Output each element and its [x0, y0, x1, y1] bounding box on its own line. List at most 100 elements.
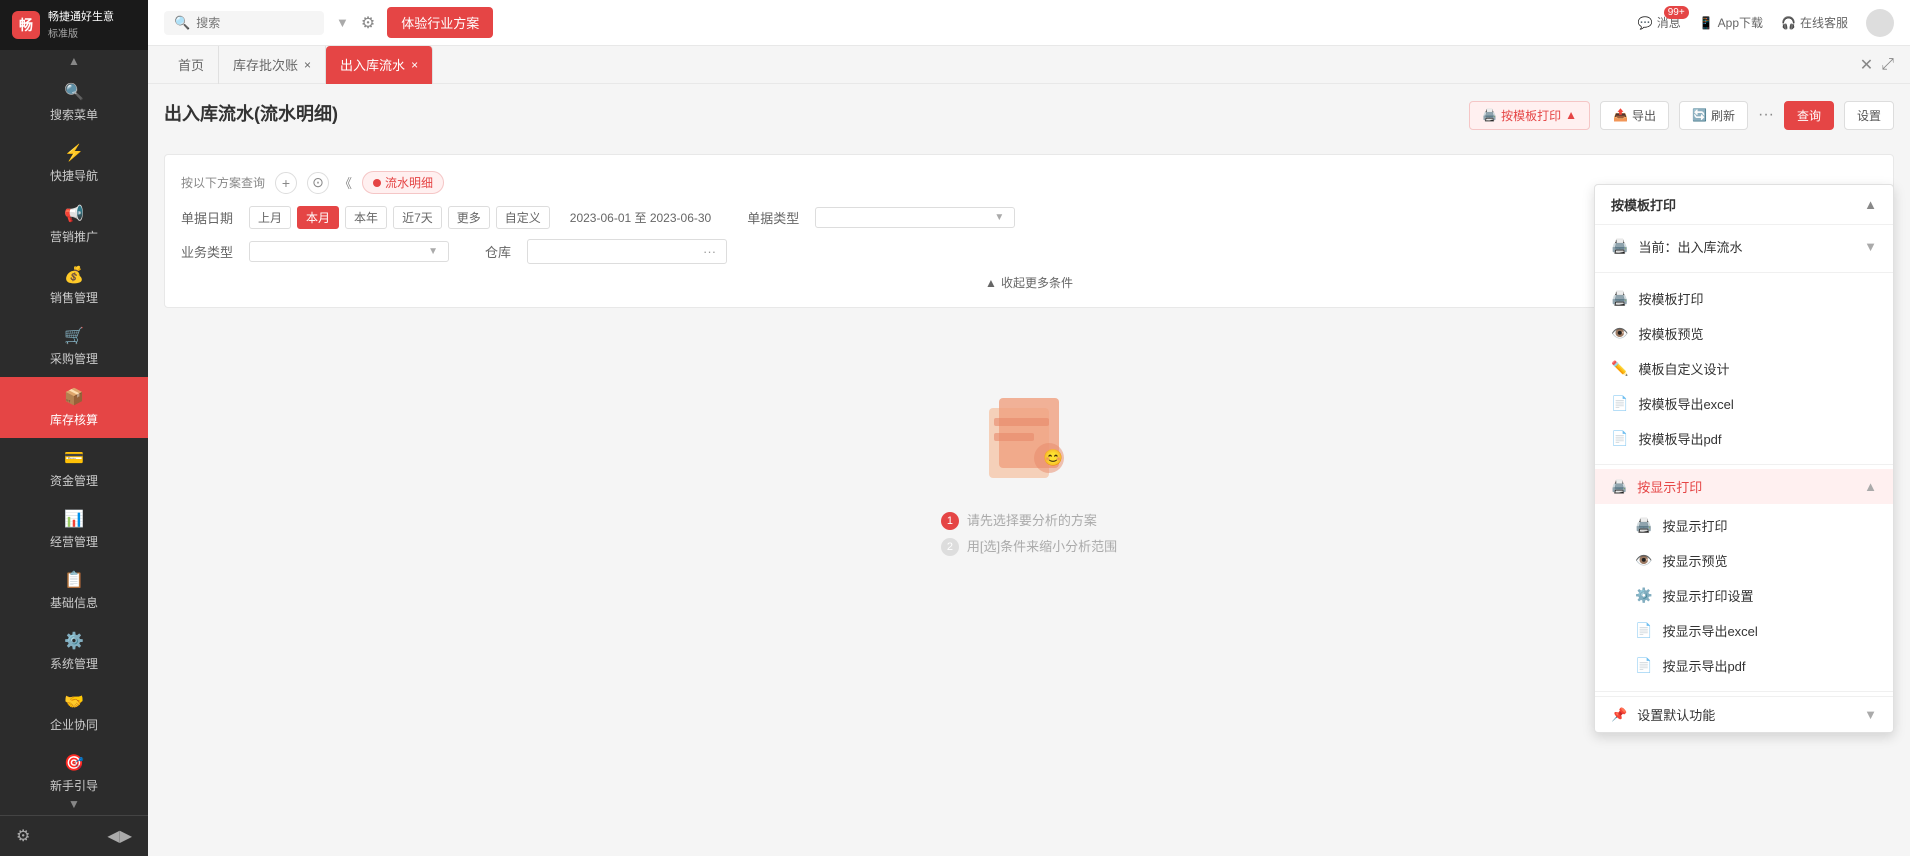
tab-home[interactable]: 首页: [164, 46, 219, 84]
dropdown-template-preview[interactable]: 👁️ 按模板预览: [1595, 316, 1893, 351]
template-print-button[interactable]: 🖨️ 按模板打印 ▲: [1469, 101, 1590, 130]
bill-type-chevron: ▼: [994, 212, 1004, 223]
dropdown-divider-3: [1595, 691, 1893, 692]
sidebar-item-label: 资金管理: [50, 472, 98, 489]
empty-step-1: 1 请先选择要分析的方案: [941, 508, 1117, 534]
sidebar-item-search[interactable]: 🔍 搜索菜单: [0, 72, 148, 133]
export-button[interactable]: 📤 导出: [1600, 101, 1669, 130]
svg-text:😊: 😊: [1043, 449, 1063, 467]
export-icon: 📤: [1613, 108, 1628, 122]
dropdown-display-print-header[interactable]: 🖨️ 按显示打印 ▲: [1595, 469, 1893, 504]
sidebar-item-label: 新手引导: [50, 777, 98, 793]
app-download-action[interactable]: 📱 App下载: [1699, 14, 1763, 31]
dropdown-display-excel[interactable]: 📄 按显示导出excel: [1595, 613, 1893, 648]
dropdown-template-print[interactable]: 🖨️ 按模板打印: [1595, 281, 1893, 316]
tab-inventory-flow[interactable]: 出入库流水 ×: [326, 46, 433, 84]
filter-tag-flow[interactable]: 流水明细: [362, 171, 444, 194]
sidebar-item-system[interactable]: ⚙️ 系统管理: [0, 621, 148, 682]
sidebar-item-label: 系统管理: [50, 655, 98, 672]
filter-add-button[interactable]: +: [275, 172, 297, 194]
dropdown-collapse-icon[interactable]: ▲: [1864, 197, 1877, 212]
sidebar-item-label: 经营管理: [50, 533, 98, 550]
logo-icon: 畅: [12, 11, 40, 39]
set-default-icon: 📌: [1611, 707, 1627, 723]
sidebar-item-inventory[interactable]: 📦 库存核算: [0, 377, 148, 438]
dropdown-template-pdf[interactable]: 📄 按模板导出pdf: [1595, 421, 1893, 456]
dropdown-display-print-settings[interactable]: ⚙️ 按显示打印设置: [1595, 578, 1893, 613]
search-icon: 🔍: [64, 82, 84, 102]
sidebar-item-cooperation[interactable]: 🤝 企业协同: [0, 682, 148, 743]
display-pdf-icon: 📄: [1635, 657, 1652, 674]
tab-inventory-flow-close[interactable]: ×: [411, 58, 418, 72]
dropdown-display-print[interactable]: 🖨️ 按显示打印: [1595, 508, 1893, 543]
date-btn-this-year[interactable]: 本年: [345, 206, 387, 229]
dropdown-current-item[interactable]: 🖨️ 当前：出入库流水 ▼: [1595, 229, 1893, 264]
window-close-icon[interactable]: ✕: [1860, 55, 1873, 75]
sidebar-item-sales[interactable]: 💰 销售管理: [0, 255, 148, 316]
message-action[interactable]: 💬 消息 99+: [1638, 14, 1681, 31]
sidebar-item-finance[interactable]: 💳 资金管理: [0, 438, 148, 499]
window-controls: ✕ ⤢: [1860, 55, 1894, 75]
dropdown-display-pdf[interactable]: 📄 按显示导出pdf: [1595, 648, 1893, 683]
dropdown-display-preview[interactable]: 👁️ 按显示预览: [1595, 543, 1893, 578]
date-btn-custom[interactable]: 自定义: [496, 206, 550, 229]
more-actions-icon[interactable]: ···: [1758, 106, 1774, 124]
date-btn-7days[interactable]: 近7天: [393, 206, 442, 229]
sidebar-item-label: 采购管理: [50, 350, 98, 367]
business-type-label: 业务类型: [181, 242, 233, 261]
query-button[interactable]: 查询: [1784, 101, 1834, 130]
scroll-down-arrow[interactable]: ▼: [0, 793, 148, 815]
dropdown-template-design[interactable]: ✏️ 模板自定义设计: [1595, 351, 1893, 386]
search-input[interactable]: [196, 16, 296, 30]
warehouse-more-icon[interactable]: ···: [703, 244, 716, 259]
dropdown-set-default[interactable]: 📌 设置默认功能 ▼: [1595, 696, 1893, 732]
step-1-num: 1: [941, 512, 959, 530]
date-btn-more[interactable]: 更多: [448, 206, 490, 229]
online-service-action[interactable]: 🎧 在线客服: [1781, 14, 1848, 31]
sidebar-item-label: 库存核算: [50, 411, 98, 428]
sidebar-item-purchase[interactable]: 🛒 采购管理: [0, 316, 148, 377]
dropdown-section-template: 🖨️ 按模板打印 👁️ 按模板预览 ✏️ 模板自定义设计 📄 按模板导出exce…: [1595, 277, 1893, 460]
collapse-sidebar-icon[interactable]: ◀▶: [107, 826, 132, 846]
operations-icon: 📊: [64, 509, 84, 529]
sidebar-item-marketing[interactable]: 📢 营销推广: [0, 194, 148, 255]
topbar-chevron-icon[interactable]: ▼: [336, 15, 349, 30]
sidebar-item-operations[interactable]: 📊 经营管理: [0, 499, 148, 560]
dropdown-template-excel[interactable]: 📄 按模板导出excel: [1595, 386, 1893, 421]
filter-collapse-icon[interactable]: 《: [339, 173, 352, 192]
trial-button[interactable]: 体验行业方案: [387, 7, 493, 38]
date-btn-last-month[interactable]: 上月: [249, 206, 291, 229]
topbar-actions: 💬 消息 99+ 📱 App下载 🎧 在线客服: [1638, 9, 1894, 37]
business-type-select[interactable]: ▼: [249, 241, 449, 262]
settings-button[interactable]: 设置: [1844, 101, 1894, 130]
tab-home-label: 首页: [178, 55, 204, 74]
main-area: 🔍 ▼ ⚙ 体验行业方案 💬 消息 99+ 📱 App下载 🎧 在线客服: [148, 0, 1910, 856]
display-preview-label: 按显示预览: [1662, 551, 1727, 570]
guide-icon: 🎯: [64, 753, 84, 773]
finance-icon: 💳: [64, 448, 84, 468]
tabs-bar: 首页 库存批次账 × 出入库流水 × ✕ ⤢: [148, 46, 1910, 84]
tab-batch-account-close[interactable]: ×: [304, 58, 311, 72]
user-avatar[interactable]: [1866, 9, 1894, 37]
filter-settings-button[interactable]: ⊙: [307, 172, 329, 194]
bill-type-select[interactable]: ▼: [815, 207, 1015, 228]
refresh-button[interactable]: 🔄 刷新: [1679, 101, 1748, 130]
display-pdf-label: 按显示导出pdf: [1662, 656, 1745, 675]
date-btn-this-month[interactable]: 本月: [297, 206, 339, 229]
sidebar-item-quick-nav[interactable]: ⚡ 快捷导航: [0, 133, 148, 194]
scroll-up-arrow[interactable]: ▲: [0, 50, 148, 72]
warehouse-input[interactable]: ···: [527, 239, 727, 264]
sidebar-item-guide[interactable]: 🎯 新手引导: [0, 743, 148, 793]
template-preview-label: 按模板预览: [1638, 324, 1703, 343]
sidebar-item-basic-info[interactable]: 📋 基础信息: [0, 560, 148, 621]
search-box[interactable]: 🔍: [164, 11, 324, 35]
topbar-gear-icon[interactable]: ⚙: [361, 13, 375, 33]
window-maximize-icon[interactable]: ⤢: [1881, 56, 1894, 74]
basic-info-icon: 📋: [64, 570, 84, 590]
settings-icon[interactable]: ⚙: [16, 826, 30, 846]
tab-batch-account[interactable]: 库存批次账 ×: [219, 46, 326, 84]
sales-icon: 💰: [64, 265, 84, 285]
display-section-arrow: ▲: [1864, 479, 1877, 494]
step-2-text: 用[选]条件来缩小分析范围: [967, 534, 1117, 560]
inventory-icon: 📦: [64, 387, 84, 407]
